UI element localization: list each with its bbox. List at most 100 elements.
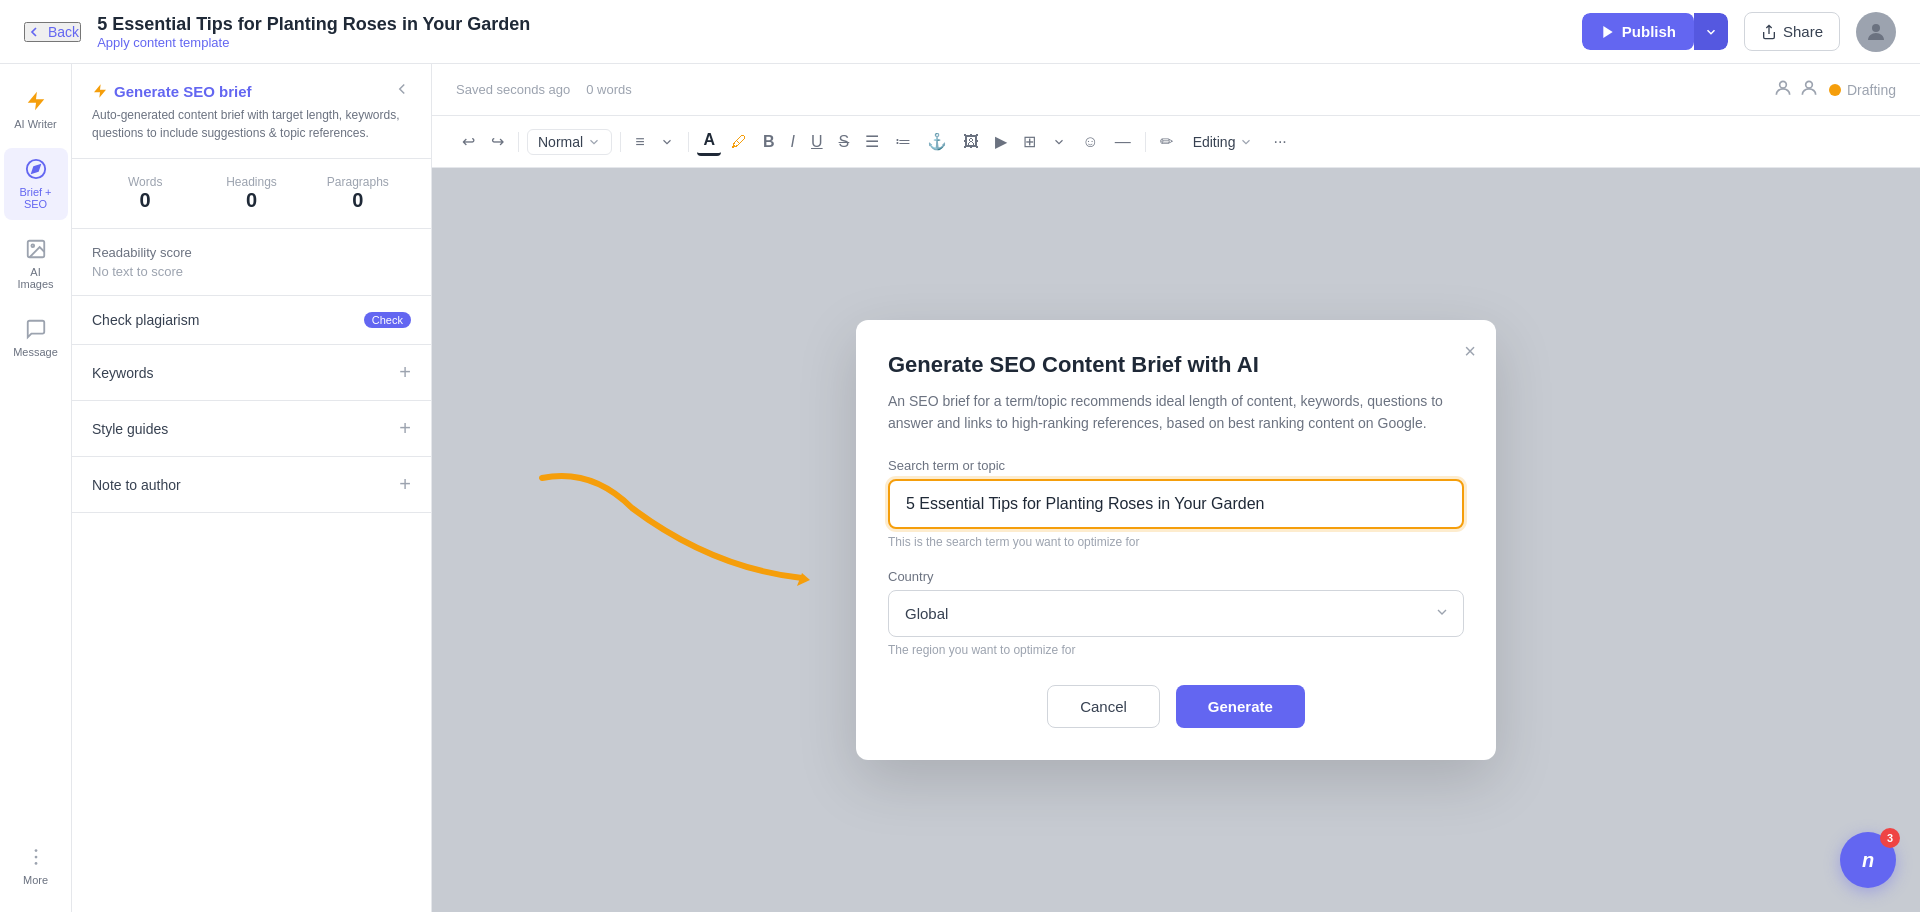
emoji-button[interactable]: ☺ (1076, 129, 1104, 155)
svg-point-11 (1780, 81, 1787, 88)
topbar-right: Publish Share (1582, 12, 1896, 52)
svg-point-8 (34, 856, 37, 859)
cancel-button[interactable]: Cancel (1047, 685, 1160, 728)
modal-overlay: × Generate SEO Content Brief with AI An … (432, 168, 1920, 912)
publish-button[interactable]: Publish (1582, 13, 1694, 50)
more-toolbar-button[interactable]: — (1109, 129, 1137, 155)
svg-marker-2 (27, 92, 44, 110)
plagiarism-action: Check (364, 312, 411, 328)
image-icon (25, 238, 47, 262)
stat-headings-label: Headings (198, 175, 304, 189)
drafting-label: Drafting (1847, 82, 1896, 98)
readability-value: No text to score (92, 264, 411, 279)
italic-button[interactable]: I (785, 129, 801, 155)
sidebar-item-label: AI Writer (14, 118, 57, 130)
svg-marker-4 (32, 165, 40, 173)
svg-marker-0 (1603, 26, 1612, 38)
redo-button[interactable]: ↪ (485, 128, 510, 155)
editor-toolbar: Saved seconds ago 0 words Drafting (432, 64, 1920, 116)
chat-badge: 3 (1880, 828, 1900, 848)
sidebar-item-message[interactable]: Message (4, 308, 68, 368)
modal-close-button[interactable]: × (1464, 340, 1476, 363)
bullet-list-button[interactable]: ☰ (859, 128, 885, 155)
country-hint: The region you want to optimize for (888, 643, 1464, 657)
sidebar-item-more[interactable]: More (4, 836, 68, 896)
apply-template-link[interactable]: Apply content template (97, 35, 530, 50)
formatting-dropdown[interactable]: Normal (527, 129, 612, 155)
saved-text: Saved seconds ago (456, 82, 570, 97)
readability-label: Readability score (92, 245, 411, 260)
stat-paragraphs: Paragraphs 0 (305, 175, 411, 212)
align-dropdown-button[interactable] (654, 131, 680, 153)
drafting-badge: Drafting (1829, 82, 1896, 98)
back-label: Back (48, 24, 79, 40)
search-term-label: Search term or topic (888, 458, 1464, 473)
search-term-input[interactable] (888, 479, 1464, 529)
style-guides-add-icon[interactable]: + (399, 417, 411, 440)
highlight-button[interactable]: 🖊 (725, 129, 753, 155)
brief-panel-chevron-icon[interactable] (393, 80, 411, 102)
font-color-button[interactable]: A (697, 127, 721, 156)
country-group: Country Global United States United King… (888, 569, 1464, 657)
generate-button[interactable]: Generate (1176, 685, 1305, 728)
brief-panel: Generate SEO brief Auto-generated conten… (72, 64, 432, 912)
editing-dropdown[interactable]: Editing (1183, 130, 1264, 154)
media-button[interactable]: 🖼 (957, 129, 985, 155)
editor-status: Saved seconds ago 0 words (456, 82, 632, 97)
undo-button[interactable]: ↩ (456, 128, 481, 155)
user-icon (1773, 78, 1793, 102)
pencil-button[interactable]: ✏ (1154, 128, 1179, 155)
plagiarism-row[interactable]: Check plagiarism Check (72, 296, 431, 345)
modal-dialog: × Generate SEO Content Brief with AI An … (856, 320, 1496, 761)
share-button[interactable]: Share (1744, 12, 1840, 51)
lightning-icon (25, 90, 47, 114)
strikethrough-button[interactable]: S (833, 129, 856, 155)
svg-point-12 (1806, 81, 1813, 88)
back-button[interactable]: Back (24, 22, 81, 42)
svg-marker-13 (797, 573, 810, 586)
keywords-add-icon[interactable]: + (399, 361, 411, 384)
play-button[interactable]: ▶ (989, 128, 1013, 155)
search-term-group: Search term or topic This is the search … (888, 458, 1464, 549)
modal-footer: Cancel Generate (888, 685, 1464, 728)
compass-icon (25, 158, 47, 182)
svg-point-1 (1872, 24, 1880, 32)
align-button[interactable]: ≡ (629, 129, 650, 155)
country-select[interactable]: Global United States United Kingdom Cana… (888, 590, 1464, 637)
more-options-button[interactable]: ··· (1267, 129, 1292, 155)
stat-words-value: 0 (92, 189, 198, 212)
publish-dropdown-arrow[interactable] (1694, 13, 1728, 50)
underline-button[interactable]: U (805, 129, 829, 155)
note-add-icon[interactable]: + (399, 473, 411, 496)
stat-words-label: Words (92, 175, 198, 189)
stats-row: Words 0 Headings 0 Paragraphs 0 (72, 159, 431, 229)
sidebar-item-brief-seo[interactable]: Brief + SEO (4, 148, 68, 220)
plagiarism-label: Check plagiarism (92, 312, 199, 328)
editing-label: Editing (1193, 134, 1236, 150)
keywords-row[interactable]: Keywords + (72, 345, 431, 401)
brief-title-text: Generate SEO brief (114, 83, 252, 100)
bold-button[interactable]: B (757, 129, 781, 155)
sidebar-item-ai-writer[interactable]: AI Writer (4, 80, 68, 140)
sidebar-item-label: Brief + SEO (12, 186, 60, 210)
table-dropdown-button[interactable] (1046, 131, 1072, 153)
avatar[interactable] (1856, 12, 1896, 52)
stat-paragraphs-label: Paragraphs (305, 175, 411, 189)
country-select-wrapper: Global United States United Kingdom Cana… (888, 590, 1464, 637)
link-button[interactable]: ⚓ (921, 128, 953, 155)
style-guides-label: Style guides (92, 421, 168, 437)
editor-canvas[interactable]: × Generate SEO Content Brief with AI An … (432, 168, 1920, 912)
toolbar-sep-4 (1145, 132, 1146, 152)
chat-widget[interactable]: 3 n (1840, 832, 1896, 888)
formatting-toolbar: ↩ ↪ Normal ≡ A 🖊 B I U S ☰ ≔ ⚓ 🖼 ▶ ⊞ (432, 116, 1920, 168)
sidebar-item-ai-images[interactable]: AI Images (4, 228, 68, 300)
publish-wrapper: Publish (1582, 13, 1728, 50)
country-label: Country (888, 569, 1464, 584)
numbered-list-button[interactable]: ≔ (889, 128, 917, 155)
sidebar-item-label: Message (13, 346, 58, 358)
table-button[interactable]: ⊞ (1017, 128, 1042, 155)
arrow-annotation (512, 448, 872, 608)
note-row[interactable]: Note to author + (72, 457, 431, 513)
brief-panel-desc: Auto-generated content brief with target… (92, 106, 411, 142)
style-guides-row[interactable]: Style guides + (72, 401, 431, 457)
